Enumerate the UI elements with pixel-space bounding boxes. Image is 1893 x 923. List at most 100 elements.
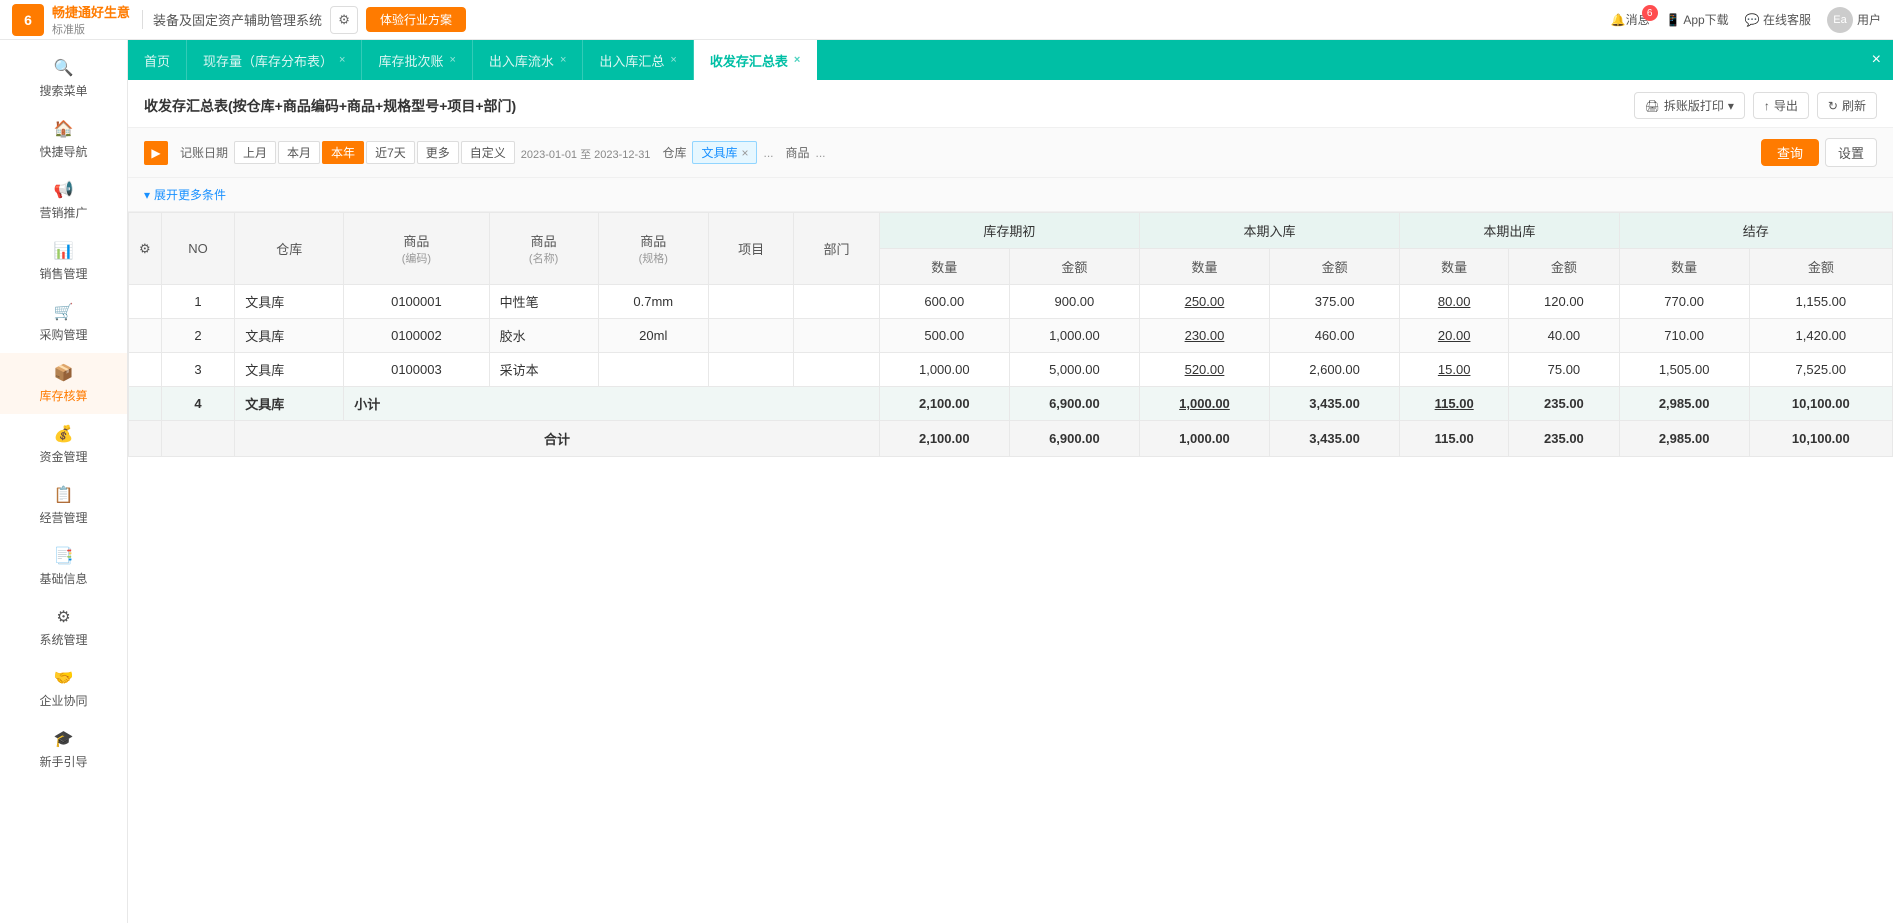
row-in-amount: 2,600.00: [1270, 353, 1400, 387]
col-dept: 部门: [794, 213, 879, 285]
row-in-qty[interactable]: 520.00: [1139, 353, 1269, 387]
user-info[interactable]: Ea 用户: [1827, 7, 1881, 33]
row-goods-code: 0100001: [344, 285, 489, 319]
sidebar-item-system[interactable]: ⚙ 系统管理: [0, 597, 127, 658]
brand-name: 畅捷通好生意: [52, 2, 130, 21]
refresh-button[interactable]: ↻ 刷新: [1817, 92, 1877, 119]
sidebar-item-enterprise[interactable]: 🤝 企业协同: [0, 658, 127, 719]
filter-toggle-btn[interactable]: ▶: [144, 141, 168, 165]
warehouse-tag-close-icon[interactable]: ×: [741, 146, 748, 160]
sidebar-item-quicknav[interactable]: 🏠 快捷导航: [0, 109, 127, 170]
date-btn-more[interactable]: 更多: [417, 141, 459, 164]
app-download[interactable]: 📱 App下载: [1666, 11, 1729, 28]
goods-more-btn[interactable]: ...: [816, 146, 826, 160]
expand-icon: ▾: [144, 188, 150, 202]
filter-bar: ▶ 记账日期 上月 本月 本年 近7天 更多 自定义 2023-01-01 至 …: [128, 128, 1893, 178]
date-btn-thismonth[interactable]: 本月: [278, 141, 320, 164]
col-balance-qty: 数量: [1619, 249, 1749, 285]
row-settings: [129, 285, 162, 319]
tab-receive-summary[interactable]: 收发存汇总表 ×: [694, 40, 817, 80]
row-goods-spec: 20ml: [598, 319, 708, 353]
date-btn-lastmonth[interactable]: 上月: [234, 141, 276, 164]
date-btn-custom[interactable]: 自定义: [461, 141, 515, 164]
sidebar-item-search[interactable]: 🔍 搜索菜单: [0, 48, 127, 109]
export-button[interactable]: ↑ 导出: [1753, 92, 1809, 119]
tab-home[interactable]: 首页: [128, 40, 187, 80]
sidebar-item-purchase[interactable]: 🛒 采购管理: [0, 292, 127, 353]
warehouse-filter: 仓库 文具库 × ...: [662, 141, 773, 164]
setting-btn[interactable]: 设置: [1825, 138, 1877, 167]
sidebar-item-marketing[interactable]: 📢 营销推广: [0, 170, 127, 231]
close-receive-summary-icon[interactable]: ×: [794, 54, 800, 66]
home-icon: 🏠: [54, 119, 74, 139]
warehouse-tag-text: 文具库: [701, 144, 737, 161]
footer-out-amount: 235.00: [1509, 421, 1619, 457]
footer-settings-cell: [129, 421, 162, 457]
print-icon: 🖨: [1645, 99, 1660, 113]
tab-inout-summary-label: 出入库汇总: [599, 51, 664, 70]
tab-receive-summary-label: 收发存汇总表: [710, 51, 788, 70]
row-out-qty[interactable]: 15.00: [1400, 353, 1509, 387]
search-btn[interactable]: 查询: [1761, 139, 1819, 166]
subtotal-label: 小计: [344, 387, 880, 421]
tab-batch[interactable]: 库存批次账 ×: [362, 40, 472, 80]
subtotal-in-qty[interactable]: 1,000.00: [1139, 387, 1269, 421]
warehouse-more-btn[interactable]: ...: [763, 146, 773, 160]
marketing-icon: 📢: [54, 180, 74, 200]
settings-gear-icon[interactable]: ⚙: [330, 6, 358, 34]
footer-no-cell: [161, 421, 235, 457]
online-service[interactable]: 💬 在线客服: [1745, 11, 1811, 28]
row-opening-amount: 900.00: [1009, 285, 1139, 319]
subtotal-balance-amount: 10,100.00: [1749, 387, 1892, 421]
brand-sub: 标准版: [52, 21, 130, 37]
warehouse-label: 仓库: [662, 144, 686, 161]
tab-inout-summary[interactable]: 出入库汇总 ×: [583, 40, 693, 80]
user-label: 用户: [1857, 11, 1881, 28]
print-button[interactable]: 🖨 拆账版打印 ▾: [1634, 92, 1745, 119]
row-out-qty[interactable]: 20.00: [1400, 319, 1509, 353]
sidebar-item-label: 销售管理: [39, 265, 87, 282]
sidebar-item-inventory[interactable]: 📦 库存核算: [0, 353, 127, 414]
tab-home-label: 首页: [144, 51, 170, 70]
tab-stock-dist[interactable]: 现存量（库存分布表） ×: [187, 40, 362, 80]
subtotal-out-amount: 235.00: [1509, 387, 1619, 421]
sidebar-item-finance[interactable]: 💰 资金管理: [0, 414, 127, 475]
date-filter-group: 记账日期 上月 本月 本年 近7天 更多 自定义 2023-01-01 至 20…: [180, 141, 650, 164]
filter-actions: 查询 设置: [1761, 138, 1877, 167]
col-period-out: 本期出库: [1400, 213, 1619, 249]
row-out-qty[interactable]: 80.00: [1400, 285, 1509, 319]
footer-in-amount: 3,435.00: [1270, 421, 1400, 457]
export-icon: ↑: [1764, 99, 1770, 113]
date-filter-label: 记账日期: [180, 144, 228, 161]
row-balance-qty: 1,505.00: [1619, 353, 1749, 387]
warehouse-tag[interactable]: 文具库 ×: [692, 141, 757, 164]
tab-inout-flow[interactable]: 出入库流水 ×: [473, 40, 583, 80]
industry-btn[interactable]: 体验行业方案: [366, 7, 466, 32]
messages-wrap[interactable]: 🔔 6 消息: [1611, 11, 1650, 28]
close-stock-dist-icon[interactable]: ×: [339, 54, 345, 66]
date-btn-thisyear[interactable]: 本年: [322, 141, 364, 164]
close-inout-flow-icon[interactable]: ×: [560, 54, 566, 66]
table-row: 1 文具库 0100001 中性笔 0.7mm 600.00 900.00 25…: [129, 285, 1893, 319]
close-inout-summary-icon[interactable]: ×: [670, 54, 676, 66]
sidebar-item-baseinfo[interactable]: 📑 基础信息: [0, 536, 127, 597]
close-batch-icon[interactable]: ×: [449, 54, 455, 66]
sidebar-item-sales[interactable]: 📊 销售管理: [0, 231, 127, 292]
table-wrap: ⚙ NO 仓库 商品(编码) 商品(名称) 商品(规格) 项目 部门 库存期初 …: [128, 212, 1893, 923]
row-no: 3: [161, 353, 235, 387]
col-no: NO: [161, 213, 235, 285]
sidebar-item-beginner[interactable]: 🎓 新手引导: [0, 719, 127, 780]
expand-more-btn[interactable]: ▾ 展开更多条件: [144, 186, 1877, 203]
sidebar-item-label: 基础信息: [39, 570, 87, 587]
row-goods-code: 0100003: [344, 353, 489, 387]
col-settings[interactable]: ⚙: [129, 213, 162, 285]
row-in-qty[interactable]: 230.00: [1139, 319, 1269, 353]
close-all-tabs-icon[interactable]: ×: [1872, 51, 1881, 69]
row-goods-name: 胶水: [489, 319, 598, 353]
page-content: 收发存汇总表(按仓库+商品编码+商品+规格型号+项目+部门) 🖨 拆账版打印 ▾…: [128, 80, 1893, 923]
subtotal-out-qty[interactable]: 115.00: [1400, 387, 1509, 421]
date-btn-7days[interactable]: 近7天: [366, 141, 415, 164]
sidebar-item-operations[interactable]: 📋 经营管理: [0, 475, 127, 536]
row-in-qty[interactable]: 250.00: [1139, 285, 1269, 319]
footer-label-cell: 合计: [235, 421, 880, 457]
